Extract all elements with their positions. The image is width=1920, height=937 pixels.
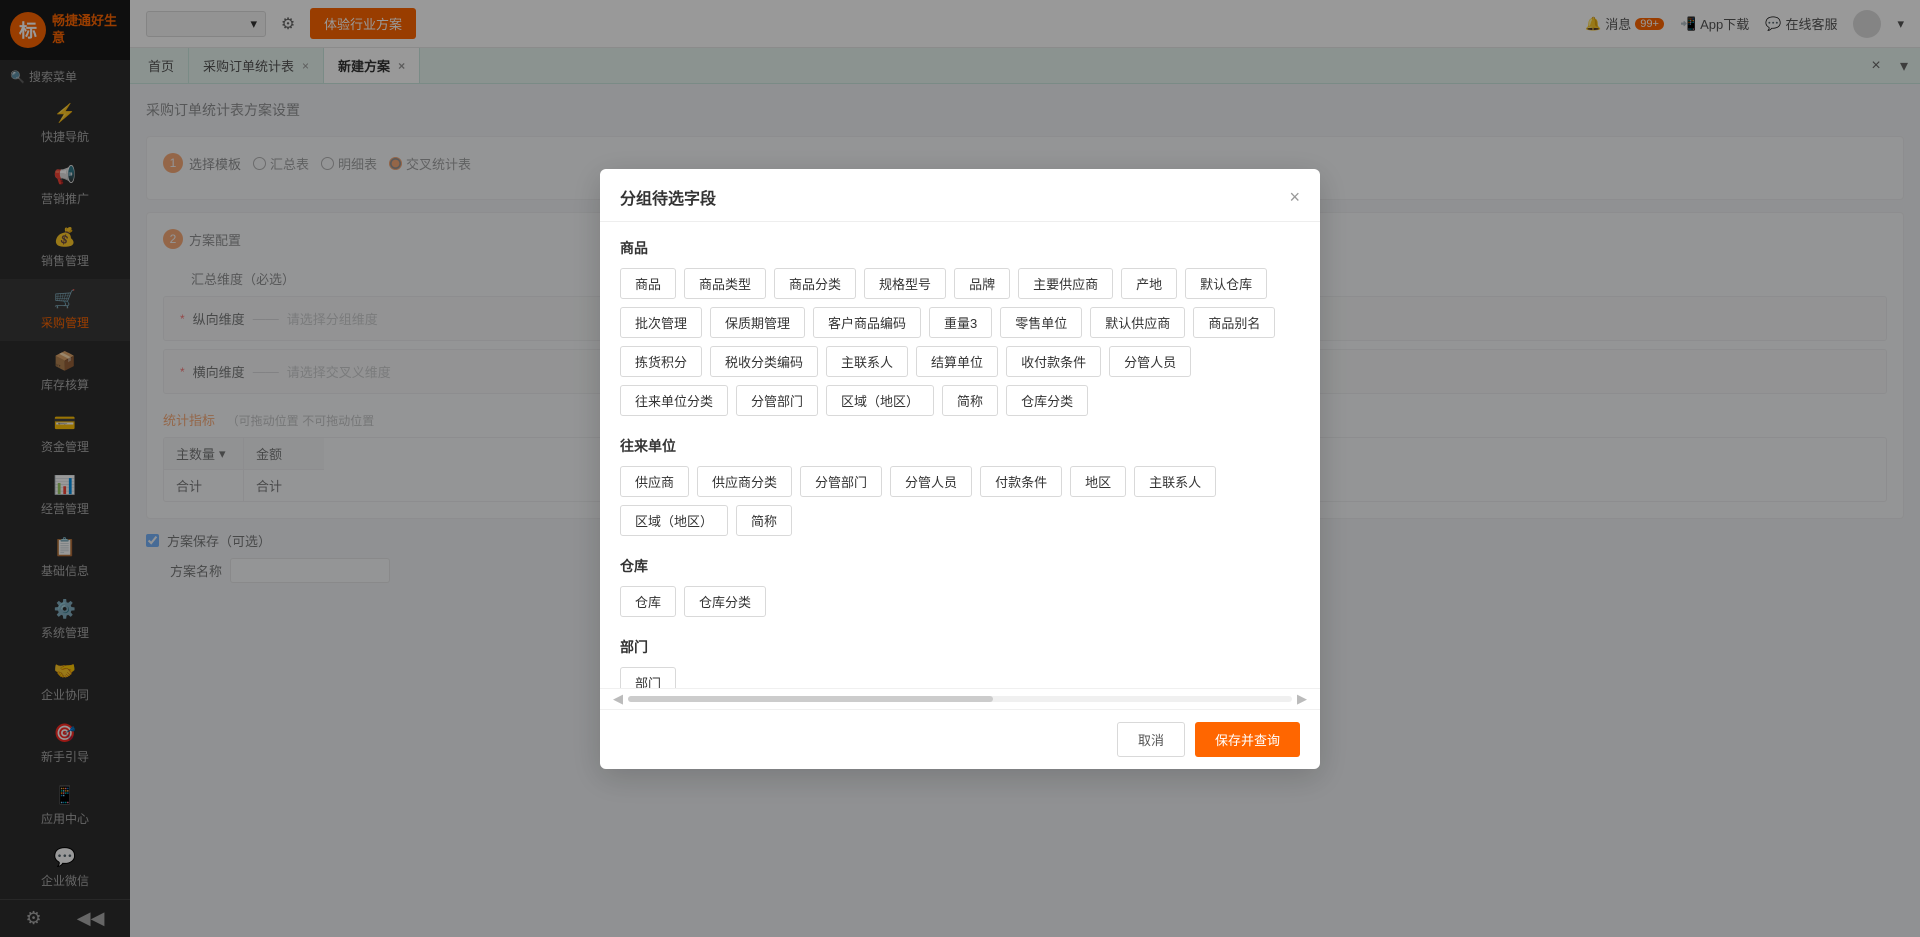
- field-tag-payment-terms[interactable]: 收付款条件: [1006, 346, 1101, 377]
- field-tag-pick-points[interactable]: 拣货积分: [620, 346, 702, 377]
- field-tag-dept-mgmt[interactable]: 分管部门: [736, 385, 818, 416]
- hscroll-track: [628, 696, 1292, 702]
- modal-title: 分组待选字段: [620, 185, 716, 209]
- field-tag-mgmt-person[interactable]: 分管人员: [890, 466, 972, 497]
- field-tag-main-contact2[interactable]: 主联系人: [1134, 466, 1216, 497]
- field-tag-goods[interactable]: 商品: [620, 268, 676, 299]
- section-goods-title: 商品: [620, 238, 1300, 258]
- field-tag-manager[interactable]: 分管人员: [1109, 346, 1191, 377]
- field-tag-pay-terms[interactable]: 付款条件: [980, 466, 1062, 497]
- modal-footer: 取消 保存并查询: [600, 709, 1320, 769]
- modal-overlay: 分组待选字段 × 商品 商品 商品类型 商品分类 规格型号 品牌 主要供应商 产…: [0, 0, 1920, 937]
- field-tag-spec-type[interactable]: 规格型号: [864, 268, 946, 299]
- field-tag-from-unit-category[interactable]: 往来单位分类: [620, 385, 728, 416]
- modal-header: 分组待选字段 ×: [600, 169, 1320, 222]
- field-tag-brand[interactable]: 品牌: [954, 268, 1010, 299]
- field-tag-region[interactable]: 区域（地区）: [826, 385, 934, 416]
- field-tag-settlement-unit[interactable]: 结算单位: [916, 346, 998, 377]
- modal-confirm-btn[interactable]: 保存并查询: [1195, 722, 1300, 757]
- field-tag-warehouse-cat[interactable]: 仓库分类: [684, 586, 766, 617]
- field-tag-goods-category[interactable]: 商品分类: [774, 268, 856, 299]
- field-tag-quality-mgmt[interactable]: 保质期管理: [710, 307, 805, 338]
- field-tag-main-contact[interactable]: 主联系人: [826, 346, 908, 377]
- section-department: 部门 部门: [620, 637, 1300, 688]
- field-tag-supplier[interactable]: 供应商: [620, 466, 689, 497]
- field-tag-main-supplier[interactable]: 主要供应商: [1018, 268, 1113, 299]
- field-tag-retail-unit[interactable]: 零售单位: [1000, 307, 1082, 338]
- field-tag-tax-code[interactable]: 税收分类编码: [710, 346, 818, 377]
- modal-body[interactable]: 商品 商品 商品类型 商品分类 规格型号 品牌 主要供应商 产地 默认仓库 批次…: [600, 222, 1320, 688]
- field-tag-dept[interactable]: 部门: [620, 667, 676, 688]
- field-tag-region2[interactable]: 区域（地区）: [620, 505, 728, 536]
- modal-hscroll-bar: ◀ ▶: [600, 688, 1320, 709]
- modal-close-btn[interactable]: ×: [1289, 188, 1300, 206]
- scroll-right-btn[interactable]: ▶: [1296, 693, 1308, 705]
- field-tag-goods-type[interactable]: 商品类型: [684, 268, 766, 299]
- section-warehouse-tags: 仓库 仓库分类: [620, 586, 1300, 617]
- modal-cancel-btn[interactable]: 取消: [1117, 722, 1185, 757]
- field-tag-default-supplier[interactable]: 默认供应商: [1090, 307, 1185, 338]
- field-tag-customer-goods-code[interactable]: 客户商品编码: [813, 307, 921, 338]
- field-tag-default-warehouse[interactable]: 默认仓库: [1185, 268, 1267, 299]
- section-goods: 商品 商品 商品类型 商品分类 规格型号 品牌 主要供应商 产地 默认仓库 批次…: [620, 238, 1300, 416]
- section-trading-partner-tags: 供应商 供应商分类 分管部门 分管人员 付款条件 地区 主联系人 区域（地区） …: [620, 466, 1300, 536]
- field-tag-supplier-category[interactable]: 供应商分类: [697, 466, 792, 497]
- field-tag-goods-alias[interactable]: 商品别名: [1193, 307, 1275, 338]
- field-tag-warehouse-category[interactable]: 仓库分类: [1006, 385, 1088, 416]
- scroll-left-btn[interactable]: ◀: [612, 693, 624, 705]
- field-tag-mgmt-dept[interactable]: 分管部门: [800, 466, 882, 497]
- field-tag-weight3[interactable]: 重量3: [929, 307, 992, 338]
- hscroll-thumb: [628, 696, 993, 702]
- section-warehouse-title: 仓库: [620, 556, 1300, 576]
- field-tag-batch-mgmt[interactable]: 批次管理: [620, 307, 702, 338]
- field-tag-origin[interactable]: 产地: [1121, 268, 1177, 299]
- field-tag-short-name[interactable]: 简称: [942, 385, 998, 416]
- field-tag-short-name2[interactable]: 简称: [736, 505, 792, 536]
- section-department-title: 部门: [620, 637, 1300, 657]
- field-select-modal: 分组待选字段 × 商品 商品 商品类型 商品分类 规格型号 品牌 主要供应商 产…: [600, 169, 1320, 769]
- section-warehouse: 仓库 仓库 仓库分类: [620, 556, 1300, 617]
- field-tag-warehouse[interactable]: 仓库: [620, 586, 676, 617]
- section-trading-partner: 往来单位 供应商 供应商分类 分管部门 分管人员 付款条件 地区 主联系人 区域…: [620, 436, 1300, 536]
- field-tag-area[interactable]: 地区: [1070, 466, 1126, 497]
- section-goods-tags: 商品 商品类型 商品分类 规格型号 品牌 主要供应商 产地 默认仓库 批次管理 …: [620, 268, 1300, 416]
- section-trading-partner-title: 往来单位: [620, 436, 1300, 456]
- section-department-tags: 部门: [620, 667, 1300, 688]
